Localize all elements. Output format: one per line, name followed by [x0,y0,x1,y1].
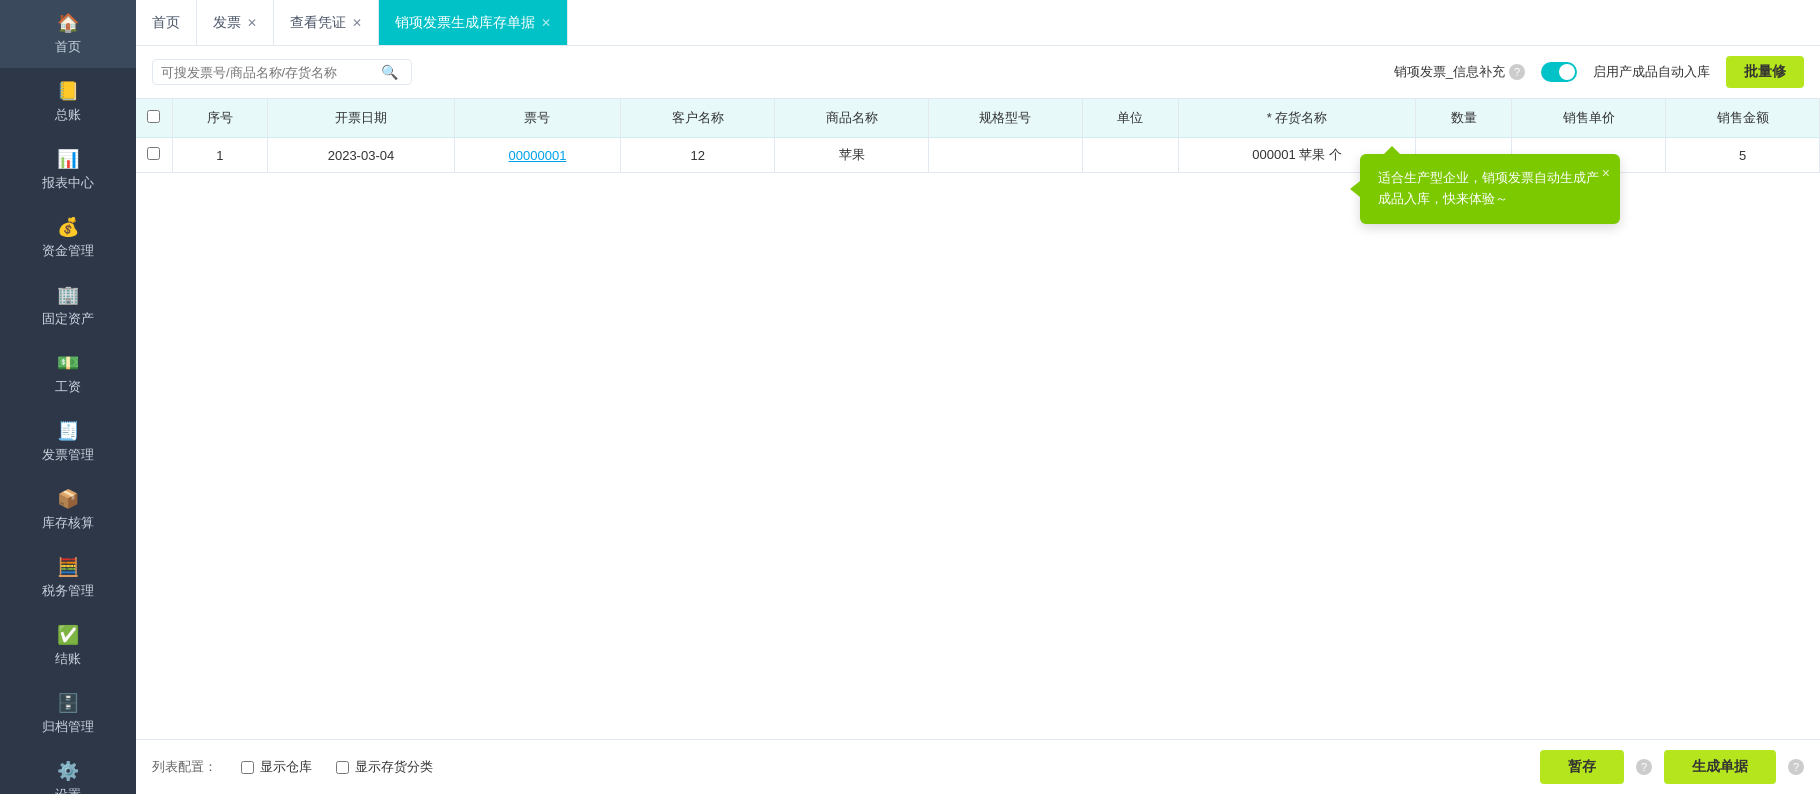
th-checkbox [136,99,172,138]
batch-button[interactable]: 批量修 [1726,56,1804,88]
toggle-switch[interactable] [1541,62,1577,82]
show-inventory-category-group: 显示存货分类 [336,758,433,776]
sidebar-item-home[interactable]: 🏠 首页 [0,0,136,68]
tab-invoice[interactable]: 发票 ✕ [197,0,274,45]
th-qty: 数量 [1416,99,1512,138]
tab-invoice-close[interactable]: ✕ [247,16,257,30]
toggle-knob [1559,64,1575,80]
sidebar-item-inventory[interactable]: 📦 库存核算 [0,476,136,544]
sidebar-item-funds[interactable]: 💰 资金管理 [0,204,136,272]
generate-button[interactable]: 生成单据 [1664,750,1776,784]
ledger-icon: 📒 [57,80,79,102]
td-customer: 12 [621,138,775,173]
tooltip-close-button[interactable]: × [1602,162,1610,184]
inventory-icon: 📦 [57,488,79,510]
search-input[interactable] [161,65,381,80]
show-inventory-category-checkbox[interactable] [336,761,349,774]
search-box[interactable]: 🔍 [152,59,412,85]
tab-voucher[interactable]: 查看凭证 ✕ [274,0,379,45]
sidebar-item-settlement[interactable]: ✅ 结账 [0,612,136,680]
save-help-icon[interactable]: ? [1636,759,1652,775]
show-warehouse-checkbox[interactable] [241,761,254,774]
tooltip-popup: × 适合生产型企业，销项发票自动生成产成品入库，快来体验～ [1360,154,1620,224]
show-warehouse-group: 显示仓库 [241,758,312,776]
tab-cancel-close[interactable]: ✕ [541,16,551,30]
td-date: 2023-03-04 [268,138,454,173]
th-amount: 销售金额 [1666,99,1820,138]
toolbar-right: 销项发票_信息补充 ? 启用产成品自动入库 批量修 [1394,56,1804,88]
toolbar: 🔍 销项发票_信息补充 ? 启用产成品自动入库 批量修 [136,46,1820,99]
tab-home[interactable]: 首页 [136,0,197,45]
td-checkbox [136,138,172,173]
footer-config-label: 列表配置： [152,758,217,776]
fixed-assets-icon: 🏢 [57,284,79,306]
th-price: 销售单价 [1512,99,1666,138]
footer-buttons: 暂存 ? 生成单据 ? [1540,750,1804,784]
settings-icon: ⚙️ [57,760,79,782]
th-product: 商品名称 [775,99,929,138]
sidebar-item-payroll[interactable]: 💵 工资 [0,340,136,408]
td-seq: 1 [172,138,268,173]
page-area: 🔍 销项发票_信息补充 ? 启用产成品自动入库 批量修 [136,46,1820,794]
row-checkbox[interactable] [147,147,160,160]
sidebar-item-invoice-mgmt[interactable]: 🧾 发票管理 [0,408,136,476]
td-unit [1082,138,1178,173]
toggle-label: 启用产成品自动入库 [1593,63,1710,81]
home-icon: 🏠 [57,12,79,34]
invoice-mgmt-icon: 🧾 [57,420,79,442]
sidebar-item-settings[interactable]: ⚙️ 设置 [0,748,136,794]
th-spec: 规格型号 [929,99,1083,138]
select-all-checkbox[interactable] [147,110,160,123]
th-seq: 序号 [172,99,268,138]
sidebar-item-ledger[interactable]: 📒 总账 [0,68,136,136]
show-inventory-category-label: 显示存货分类 [355,758,433,776]
td-no[interactable]: 00000001 [454,138,621,173]
table-header-row: 序号 开票日期 票号 客户名称 商品名称 规格型号 单位 * 存货名称 数量 销… [136,99,1820,138]
archive-icon: 🗄️ [57,692,79,714]
tab-voucher-close[interactable]: ✕ [352,16,362,30]
tooltip-arrow [1350,181,1360,197]
sidebar-item-fixed-assets[interactable]: 🏢 固定资产 [0,272,136,340]
payroll-icon: 💵 [57,352,79,374]
tax-icon: 🧮 [57,556,79,578]
th-no: 票号 [454,99,621,138]
tabbar: 首页 发票 ✕ 查看凭证 ✕ 销项发票生成库存单据 ✕ [136,0,1820,46]
main-area: 首页 发票 ✕ 查看凭证 ✕ 销项发票生成库存单据 ✕ 🔍 销项发票_信息补充 … [136,0,1820,794]
info-help-icon[interactable]: ? [1509,64,1525,80]
td-amount: 5 [1666,138,1820,173]
sidebar: 🏠 首页 📒 总账 📊 报表中心 💰 资金管理 🏢 固定资产 💵 工资 🧾 发票… [0,0,136,794]
show-warehouse-label: 显示仓库 [260,758,312,776]
th-customer: 客户名称 [621,99,775,138]
settlement-icon: ✅ [57,624,79,646]
report-icon: 📊 [57,148,79,170]
sidebar-item-report[interactable]: 📊 报表中心 [0,136,136,204]
sidebar-item-archive[interactable]: 🗄️ 归档管理 [0,680,136,748]
tooltip-text: 适合生产型企业，销项发票自动生成产成品入库，快来体验～ [1378,170,1599,206]
generate-help-icon[interactable]: ? [1788,759,1804,775]
td-product: 苹果 [775,138,929,173]
sidebar-item-tax[interactable]: 🧮 税务管理 [0,544,136,612]
th-inventory: * 存货名称 [1178,99,1416,138]
th-unit: 单位 [1082,99,1178,138]
info-label: 销项发票_信息补充 ? [1394,63,1525,81]
funds-icon: 💰 [57,216,79,238]
tab-cancel[interactable]: 销项发票生成库存单据 ✕ [379,0,568,45]
save-button[interactable]: 暂存 [1540,750,1624,784]
th-date: 开票日期 [268,99,454,138]
td-spec [929,138,1083,173]
footer-bar: 列表配置： 显示仓库 显示存货分类 暂存 ? 生成单据 ? [136,739,1820,794]
search-icon: 🔍 [381,64,398,80]
